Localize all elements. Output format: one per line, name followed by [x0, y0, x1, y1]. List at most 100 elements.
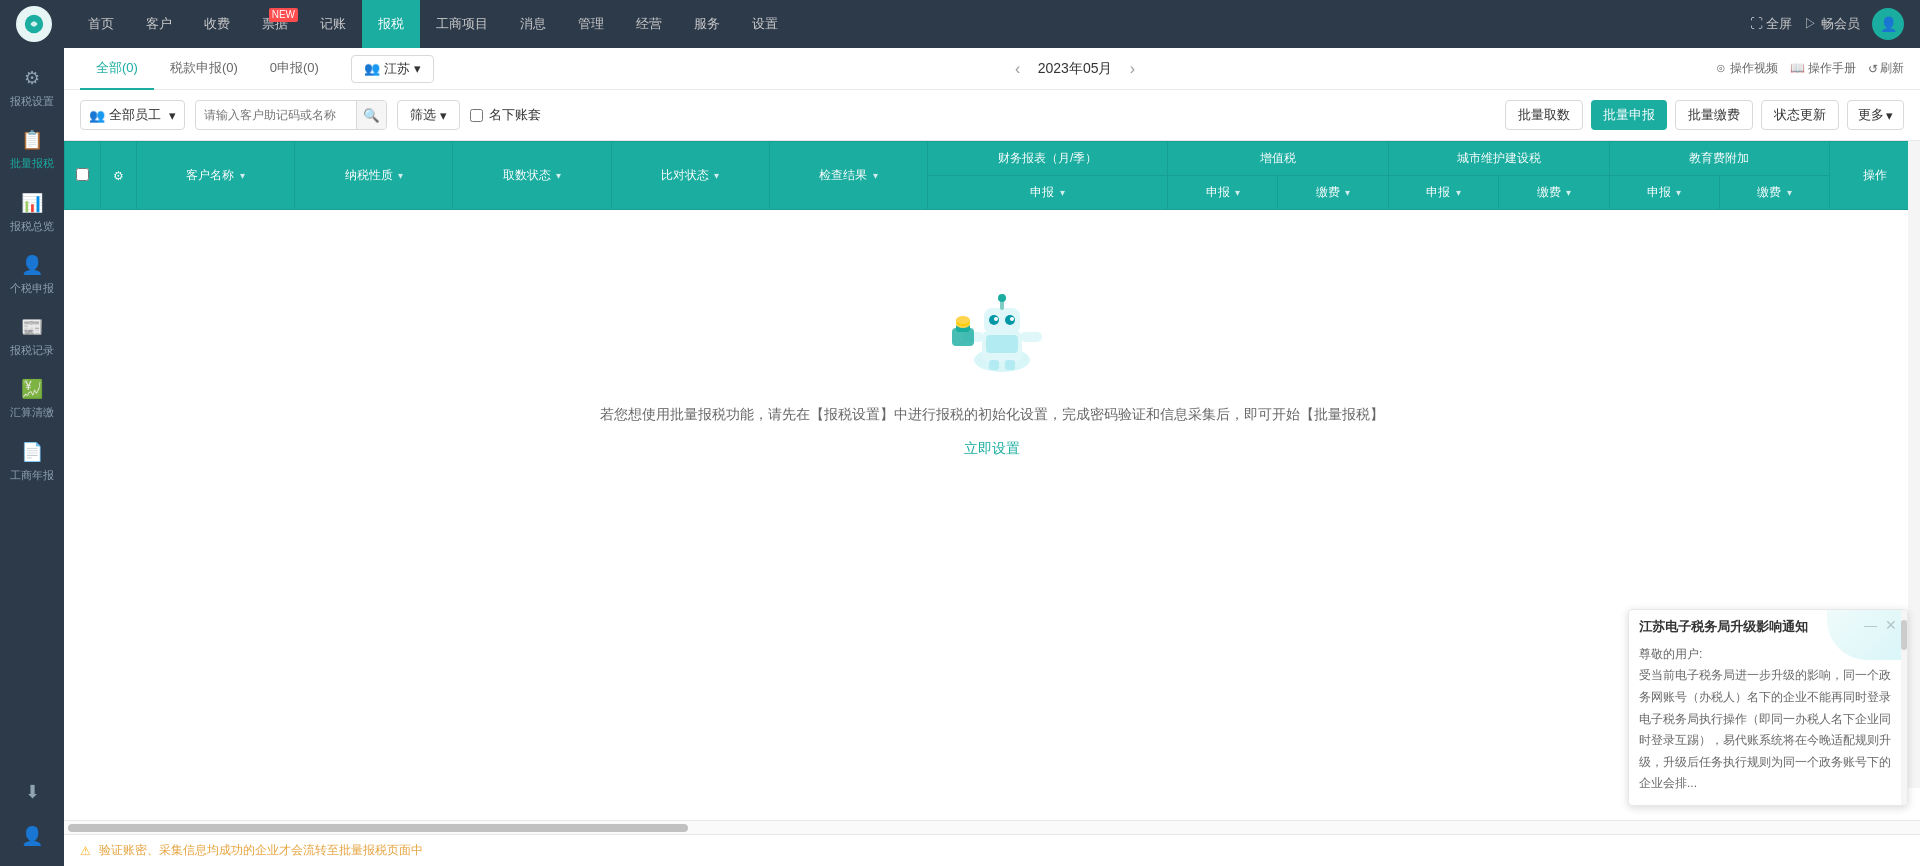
empty-description: 若您想使用批量报税功能，请先在【报税设置】中进行报税的初始化设置，完成密码验证和…: [600, 406, 1384, 424]
svg-rect-3: [986, 335, 1018, 353]
chevron-down-icon: ▾: [1886, 108, 1893, 123]
filter-icon: ▾: [556, 170, 561, 181]
setup-link[interactable]: 立即设置: [964, 440, 1020, 458]
more-btn[interactable]: 更多 ▾: [1847, 100, 1904, 130]
fullscreen-btn[interactable]: ⛶ 全屏: [1750, 15, 1793, 33]
sidebar-item-tax-settings[interactable]: ⚙ 报税设置: [0, 56, 64, 118]
sidebar-item-annual-report[interactable]: 📄 工商年报: [0, 430, 64, 492]
chevron-down-icon: ▾: [169, 108, 176, 123]
search-button[interactable]: 🔍: [356, 100, 386, 130]
notification-scrollbar[interactable]: [1901, 610, 1907, 805]
data-table: ⚙ 客户名称 ▾ 纳税性质 ▾ 取数状态 ▾: [64, 141, 1920, 518]
svg-point-17: [956, 316, 970, 324]
gear-icon[interactable]: ⚙: [113, 169, 124, 183]
tab-zero-declare[interactable]: 0申报(0): [254, 48, 335, 90]
sidebar-download[interactable]: ⬇: [0, 770, 64, 814]
tab-declare[interactable]: 税款申报(0): [154, 48, 254, 90]
scrollbar-thumb: [68, 824, 688, 832]
svg-point-7: [994, 317, 998, 321]
th-city-pay: 缴费 ▾: [1499, 176, 1609, 210]
th-vat: 增值税: [1168, 142, 1389, 176]
th-compare-status: 比对状态 ▾: [611, 142, 769, 210]
th-fetch-status: 取数状态 ▾: [453, 142, 611, 210]
select-all-checkbox[interactable]: [76, 168, 89, 181]
batch-pay-btn[interactable]: 批量缴费: [1675, 100, 1753, 130]
sidebar-item-batch-tax[interactable]: 📋 批量报税: [0, 118, 64, 180]
sidebar-user[interactable]: 👤: [0, 814, 64, 858]
manual-link[interactable]: 📖 操作手册: [1790, 60, 1856, 77]
nav-manage[interactable]: 管理: [562, 0, 620, 48]
nav-message[interactable]: 消息: [504, 0, 562, 48]
sidebar-item-tax-overview[interactable]: 📊 报税总览: [0, 181, 64, 243]
svg-point-10: [998, 294, 1006, 302]
user-avatar[interactable]: 👤: [1872, 8, 1904, 40]
horizontal-scrollbar[interactable]: [64, 820, 1920, 834]
record-icon: 📰: [20, 315, 44, 339]
th-financial-report: 财务报表（月/季）: [928, 142, 1168, 176]
nav-customer[interactable]: 客户: [130, 0, 188, 48]
svg-rect-12: [1020, 332, 1042, 342]
top-nav-right: ⛶ 全屏 ▷ 畅会员 👤: [1750, 8, 1904, 40]
name-checkbox-label: 名下账套: [489, 106, 541, 124]
sidebar-label-settlement: 汇算清缴: [10, 405, 54, 419]
prev-month-btn[interactable]: ‹: [1006, 57, 1030, 81]
refresh-icon: ↺: [1868, 62, 1878, 76]
tab-bar-right: ⊙ 操作视频 📖 操作手册 ↺ 刷新: [1716, 60, 1904, 77]
batch-fetch-btn[interactable]: 批量取数: [1505, 100, 1583, 130]
region-label: 江苏: [384, 60, 410, 78]
sidebar-item-settlement[interactable]: 💹 汇算清缴: [0, 367, 64, 429]
svg-rect-19: [1005, 360, 1015, 370]
filter-icon: ▾: [1676, 187, 1681, 198]
sidebar-item-tax-record[interactable]: 📰 报税记录: [0, 305, 64, 367]
video-link[interactable]: ⊙ 操作视频: [1716, 60, 1777, 77]
nav-tax[interactable]: 报税: [362, 0, 420, 48]
filter-label: 筛选: [410, 106, 436, 124]
notification-popup: 江苏电子税务局升级影响通知 — ✕ 尊敬的用户: 受当前电子税务局进一步升级的影…: [1628, 609, 1908, 806]
th-check-result: 检查结果 ▾: [769, 142, 927, 210]
tab-bar: 全部(0) 税款申报(0) 0申报(0) 👥 江苏 ▾ ‹ 2023年05月 ›…: [64, 48, 1920, 90]
new-badge: NEW: [269, 8, 298, 22]
status-update-btn[interactable]: 状态更新: [1761, 100, 1839, 130]
sidebar-label-tax-overview: 报税总览: [10, 219, 54, 233]
employee-selector[interactable]: 👥 全部员工 ▾: [80, 100, 185, 130]
notification-content: 受当前电子税务局进一步升级的影响，同一个政务网账号（办税人）名下的企业不能再同时…: [1639, 665, 1897, 795]
nav-invoice[interactable]: 票据 NEW: [246, 0, 304, 48]
user-icon: 👤: [20, 824, 44, 848]
chevron-down-icon: ▾: [440, 108, 447, 123]
nav-settings[interactable]: 设置: [736, 0, 794, 48]
th-tax-nature: 纳税性质 ▾: [295, 142, 453, 210]
member-btn[interactable]: ▷ 畅会员: [1804, 15, 1860, 33]
next-month-btn[interactable]: ›: [1120, 57, 1144, 81]
batch-declare-btn[interactable]: 批量申报: [1591, 100, 1667, 130]
toolbar-right: 批量取数 批量申报 批量缴费 状态更新 更多 ▾: [1505, 100, 1904, 130]
filter-icon: ▾: [1060, 187, 1065, 198]
refresh-btn[interactable]: ↺ 刷新: [1868, 60, 1904, 77]
name-checkbox[interactable]: [470, 109, 483, 122]
settlement-icon: 💹: [20, 377, 44, 401]
nav-accounting[interactable]: 记账: [304, 0, 362, 48]
filter-icon: ▾: [1345, 187, 1350, 198]
scroll-thumb: [1901, 620, 1907, 650]
sidebar: ⚙ 报税设置 📋 批量报税 📊 报税总览 👤 个税申报 📰 报税记录 💹 汇算清…: [0, 48, 64, 866]
th-city-tax: 城市维护建设税: [1388, 142, 1609, 176]
search-input[interactable]: [196, 108, 356, 122]
filter-button[interactable]: 筛选 ▾: [397, 100, 460, 130]
nav-business[interactable]: 工商项目: [420, 0, 504, 48]
app-logo[interactable]: [16, 6, 52, 42]
warning-icon: ⚠: [80, 844, 91, 858]
th-vat-pay: 缴费 ▾: [1278, 176, 1388, 210]
nav-fee[interactable]: 收费: [188, 0, 246, 48]
nav-home[interactable]: 首页: [72, 0, 130, 48]
nav-service[interactable]: 服务: [678, 0, 736, 48]
right-scrollbar[interactable]: [1908, 141, 1920, 788]
bottom-warning-text: 验证账密、采集信息均成功的企业才会流转至批量报税页面中: [99, 842, 423, 859]
tab-all[interactable]: 全部(0): [80, 48, 154, 90]
region-selector[interactable]: 👥 江苏 ▾: [351, 55, 434, 83]
nav-operation[interactable]: 经营: [620, 0, 678, 48]
th-edu-surcharge: 教育费附加: [1609, 142, 1830, 176]
svg-rect-18: [989, 360, 999, 370]
sidebar-label-annual-report: 工商年报: [10, 468, 54, 482]
annual-icon: 📄: [20, 440, 44, 464]
sidebar-item-personal-tax[interactable]: 👤 个税申报: [0, 243, 64, 305]
th-financial-declare: 申报 ▾: [928, 176, 1168, 210]
